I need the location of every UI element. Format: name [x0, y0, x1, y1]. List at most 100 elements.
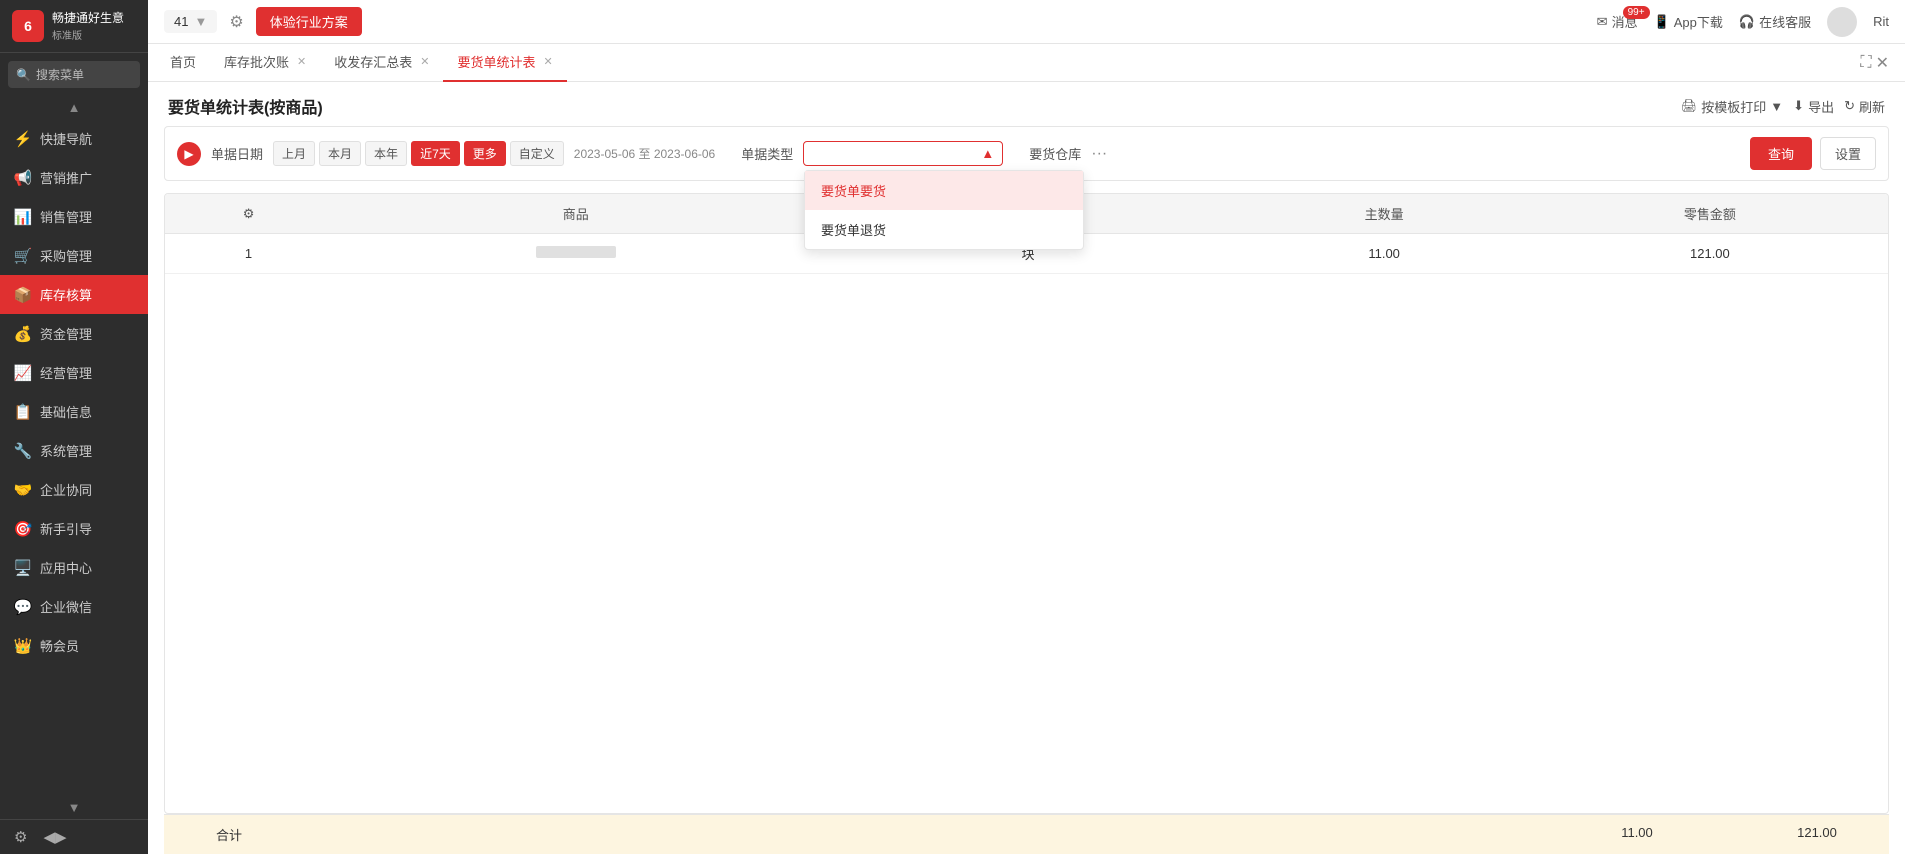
- messages-btn[interactable]: ✉ 消息 99+: [1597, 12, 1638, 31]
- warehouse-more-icon[interactable]: ···: [1091, 145, 1107, 163]
- close-all-icon[interactable]: ✕: [1876, 53, 1889, 73]
- sidebar-item-label: 新手引导: [40, 519, 92, 538]
- sidebar-item-basic[interactable]: 📋 基础信息: [0, 392, 148, 431]
- sidebar-item-label: 畅会员: [40, 636, 79, 655]
- type-select[interactable]: ▲: [803, 141, 1003, 166]
- gear-icon[interactable]: ⚙: [229, 12, 243, 32]
- store-chevron-icon: ▼: [194, 14, 207, 29]
- sidebar-item-label: 营销推广: [40, 168, 92, 187]
- export-label: 导出: [1808, 97, 1834, 116]
- col-product: 商品: [332, 194, 819, 234]
- tab-close-icon[interactable]: ✕: [544, 55, 553, 68]
- sidebar-item-operations[interactable]: 📈 经营管理: [0, 353, 148, 392]
- tabs-actions: ⛶ ✕: [1852, 53, 1897, 73]
- col-amount: 零售金额: [1532, 194, 1888, 234]
- last-7days-btn[interactable]: 近7天: [411, 141, 460, 166]
- dropdown-item-return-goods[interactable]: 要货单退货: [805, 210, 1083, 249]
- finance-icon: 💰: [14, 325, 32, 343]
- sidebar-item-system[interactable]: 🔧 系统管理: [0, 431, 148, 470]
- dropdown-item-order-goods[interactable]: 要货单要货: [805, 171, 1083, 210]
- app-center-icon: 🖥️: [14, 559, 32, 577]
- collapse-icon[interactable]: ◀▶: [43, 828, 66, 846]
- tabs-bar: 首页 库存批次账 ✕ 收发存汇总表 ✕ 要货单统计表 ✕ ⛶ ✕: [148, 44, 1905, 82]
- basic-icon: 📋: [14, 403, 32, 421]
- tab-close-icon[interactable]: ✕: [420, 55, 429, 68]
- sidebar-item-member[interactable]: 👑 畅会员: [0, 626, 148, 665]
- row-index: 1: [165, 234, 332, 274]
- tab-label: 收发存汇总表: [334, 52, 412, 71]
- refresh-btn[interactable]: ↻ 刷新: [1844, 97, 1885, 116]
- col-gear: ⚙: [165, 194, 332, 234]
- tab-home[interactable]: 首页: [156, 44, 210, 82]
- sidebar-item-quick-nav[interactable]: ⚡ 快捷导航: [0, 119, 148, 158]
- app-download-btn[interactable]: 📱 App下载: [1654, 12, 1723, 31]
- query-btn[interactable]: 查询: [1750, 137, 1812, 170]
- sidebar-item-label: 快捷导航: [40, 129, 92, 148]
- sidebar-item-wechat[interactable]: 💬 企业微信: [0, 587, 148, 626]
- filter-expand-btn[interactable]: ▶: [177, 142, 201, 166]
- sidebar-search[interactable]: 🔍 搜索菜单: [8, 61, 140, 88]
- message-icon: ✉: [1597, 14, 1608, 30]
- date-label: 单据日期: [211, 144, 263, 163]
- sidebar-item-label: 企业微信: [40, 597, 92, 616]
- row-product: [332, 234, 819, 274]
- page-actions: 🖨 按模板打印 ▼ ⬇ 导出 ↻ 刷新: [1681, 97, 1885, 116]
- restore-icon[interactable]: ⛶: [1860, 54, 1871, 72]
- gear-icon[interactable]: ⚙: [243, 206, 255, 221]
- settings-icon[interactable]: ⚙: [14, 828, 27, 846]
- quick-nav-icon: ⚡: [14, 130, 32, 148]
- export-icon: ⬇: [1793, 98, 1804, 114]
- custom-btn[interactable]: 自定义: [510, 141, 564, 166]
- username[interactable]: Rit: [1873, 14, 1889, 29]
- enterprise-icon: 🤝: [14, 481, 32, 499]
- prev-month-btn[interactable]: 上月: [273, 141, 315, 166]
- avatar[interactable]: [1827, 7, 1857, 37]
- page-content: 要货单统计表(按商品) 🖨 按模板打印 ▼ ⬇ 导出 ↻ 刷新: [148, 82, 1905, 854]
- sidebar-scroll-down[interactable]: ▼: [0, 796, 148, 819]
- sidebar-item-app-center[interactable]: 🖥️ 应用中心: [0, 548, 148, 587]
- tab-order-stats[interactable]: 要货单统计表 ✕: [443, 44, 566, 82]
- store-name: 41: [174, 14, 188, 29]
- more-btn[interactable]: 更多: [464, 141, 506, 166]
- tab-receive-send[interactable]: 收发存汇总表 ✕: [320, 44, 443, 82]
- sidebar-item-finance[interactable]: 💰 资金管理: [0, 314, 148, 353]
- page-title-bar: 要货单统计表(按商品) 🖨 按模板打印 ▼ ⬇ 导出 ↻ 刷新: [148, 82, 1905, 126]
- sidebar-nav: ⚡ 快捷导航 📢 营销推广 📊 销售管理 🛒 采购管理 📦 库存核算 💰 资金管…: [0, 119, 148, 796]
- main-content: 41 ▼ ⚙ 体验行业方案 ✉ 消息 99+ 📱 App下载 🎧 在线客服 Ri…: [148, 0, 1905, 854]
- sidebar-item-enterprise[interactable]: 🤝 企业协同: [0, 470, 148, 509]
- sidebar-item-label: 应用中心: [40, 558, 92, 577]
- sidebar-item-label: 采购管理: [40, 246, 92, 265]
- tab-close-icon[interactable]: ✕: [297, 55, 306, 68]
- online-service-btn[interactable]: 🎧 在线客服: [1739, 12, 1811, 31]
- app-label: App下载: [1674, 12, 1723, 31]
- type-label: 单据类型: [741, 144, 793, 163]
- settings-btn[interactable]: 设置: [1820, 137, 1876, 170]
- export-btn[interactable]: ⬇ 导出: [1793, 97, 1834, 116]
- this-year-btn[interactable]: 本年: [365, 141, 407, 166]
- refresh-icon: ↻: [1844, 98, 1855, 114]
- date-buttons: 上月 本月 本年 近7天 更多 自定义: [273, 141, 564, 166]
- sidebar-item-inventory[interactable]: 📦 库存核算: [0, 275, 148, 314]
- sidebar-item-guide[interactable]: 🎯 新手引导: [0, 509, 148, 548]
- this-month-btn[interactable]: 本月: [319, 141, 361, 166]
- guide-icon: 🎯: [14, 520, 32, 538]
- sidebar-item-marketing[interactable]: 📢 营销推广: [0, 158, 148, 197]
- phone-icon: 📱: [1654, 14, 1670, 30]
- type-dropdown: 要货单要货 要货单退货: [804, 170, 1084, 250]
- msg-badge: 99+: [1623, 6, 1650, 19]
- footer-label: 合计: [176, 825, 376, 844]
- print-chevron-icon: ▼: [1770, 99, 1783, 114]
- trial-btn[interactable]: 体验行业方案: [256, 7, 362, 36]
- search-label: 搜索菜单: [36, 66, 84, 83]
- sidebar-item-sales[interactable]: 📊 销售管理: [0, 197, 148, 236]
- row-quantity: 11.00: [1237, 234, 1532, 274]
- sidebar-item-label: 库存核算: [40, 285, 92, 304]
- print-btn[interactable]: 🖨 按模板打印 ▼: [1681, 97, 1783, 116]
- store-selector[interactable]: 41 ▼: [164, 10, 217, 33]
- tab-inventory-batch[interactable]: 库存批次账 ✕: [210, 44, 320, 82]
- sidebar: 6 畅捷通好生意 标准版 🔍 搜索菜单 ▲ ⚡ 快捷导航 📢 营销推广 📊 销售…: [0, 0, 148, 854]
- logo-sub: 标准版: [52, 27, 124, 42]
- sidebar-item-purchase[interactable]: 🛒 采购管理: [0, 236, 148, 275]
- sidebar-scroll-up[interactable]: ▲: [0, 96, 148, 119]
- sidebar-bottom: ⚙ ◀▶: [0, 819, 148, 854]
